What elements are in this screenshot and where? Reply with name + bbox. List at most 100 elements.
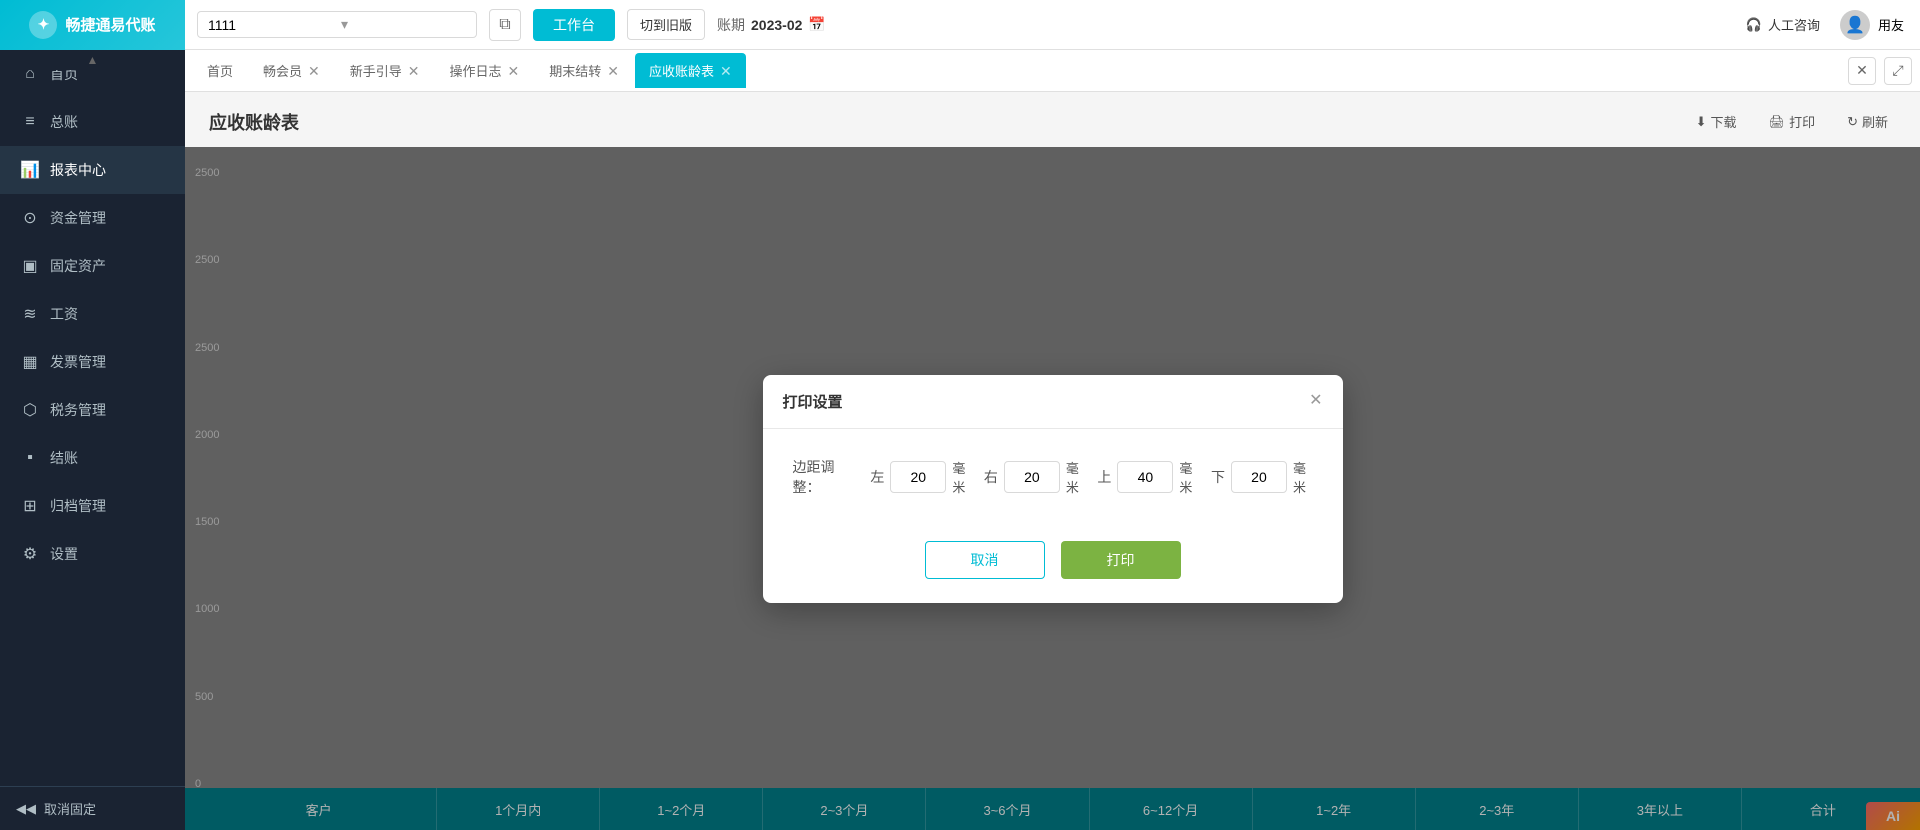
company-selector[interactable]: 1111 ▾ xyxy=(197,11,477,38)
page-title: 应收账龄表 xyxy=(209,109,299,135)
sidebar-item-assets[interactable]: ▣ 固定资产 xyxy=(0,242,185,290)
tab-oplog-label: 操作日志 xyxy=(450,61,502,80)
copy-button[interactable]: ⧉ xyxy=(489,9,521,41)
margin-top-group: 上 毫米 xyxy=(1097,458,1199,496)
workbench-button[interactable]: 工作台 xyxy=(533,9,615,41)
tab-period-end[interactable]: 期末结转 ✕ xyxy=(535,53,633,88)
tab-period-end-label: 期末结转 xyxy=(549,61,601,80)
print-button[interactable]: 🖨 打印 xyxy=(1761,108,1824,135)
margin-right-group: 右 毫米 xyxy=(984,458,1086,496)
settlement-icon: ▪ xyxy=(20,449,40,467)
sidebar-label-ledger: 总账 xyxy=(50,112,78,132)
sidebar-label-archive: 归档管理 xyxy=(50,496,106,516)
left-label: 左 xyxy=(870,467,884,487)
sidebar-label-salary: 工资 xyxy=(50,304,78,324)
refresh-icon: ↻ xyxy=(1847,114,1858,130)
reports-icon: 📊 xyxy=(20,160,40,180)
archive-icon: ⊞ xyxy=(20,496,40,516)
print-label: 打印 xyxy=(1789,112,1815,131)
tab-member-close[interactable]: ✕ xyxy=(308,64,320,78)
sidebar-scroll-up[interactable]: ▲ xyxy=(0,50,185,70)
sidebar-item-archive[interactable]: ⊞ 归档管理 xyxy=(0,482,185,530)
sidebar: ▲ ⌂ 首页 ≡ 总账 📊 报表中心 ⊙ 资金管理 ▣ 固定资产 xyxy=(0,50,185,830)
tab-ar-aging-close[interactable]: ✕ xyxy=(720,64,732,78)
confirm-print-button[interactable]: 打印 xyxy=(1061,541,1181,579)
left-margin-input[interactable] xyxy=(890,461,946,493)
sidebar-item-reports[interactable]: 📊 报表中心 xyxy=(0,146,185,194)
tab-guide-close[interactable]: ✕ xyxy=(408,64,420,78)
sidebar-scroll: ⌂ 首页 ≡ 总账 📊 报表中心 ⊙ 资金管理 ▣ 固定资产 ≋ 工资 xyxy=(0,50,185,786)
tab-guide-label: 新手引导 xyxy=(350,61,402,80)
calendar-icon[interactable]: 📅 xyxy=(808,16,825,33)
tab-ar-aging-label: 应收账龄表 xyxy=(649,61,714,80)
header: ✦ 畅捷通易代账 1111 ▾ ⧉ 工作台 切到旧版 账期 2023-02 📅 … xyxy=(0,0,1920,50)
tab-home-label: 首页 xyxy=(207,61,233,80)
period-label: 账期 xyxy=(717,15,745,35)
sidebar-label-settings: 设置 xyxy=(50,544,78,564)
consult-button[interactable]: 🎧 人工咨询 xyxy=(1746,15,1820,34)
refresh-button[interactable]: ↻ 刷新 xyxy=(1839,108,1896,135)
margin-left-group: 左 毫米 xyxy=(870,458,972,496)
logo-area: ✦ 畅捷通易代账 xyxy=(0,0,185,50)
dialog-title: 打印设置 xyxy=(783,391,843,412)
switch-old-button[interactable]: 切到旧版 xyxy=(627,9,705,40)
funds-icon: ⊙ xyxy=(20,208,40,228)
sidebar-label-reports: 报表中心 xyxy=(50,160,106,180)
period-value: 2023-02 xyxy=(751,17,802,33)
headphone-icon: 🎧 xyxy=(1746,17,1762,33)
tab-oplog[interactable]: 操作日志 ✕ xyxy=(436,53,534,88)
page-header: 应收账龄表 ⬇ 下载 🖨 打印 ↻ 刷新 xyxy=(185,92,1920,147)
sidebar-item-invoice[interactable]: ▦ 发票管理 xyxy=(0,338,185,386)
dialog-footer: 取消 打印 xyxy=(763,525,1343,603)
tab-home[interactable]: 首页 xyxy=(193,53,247,88)
download-icon: ⬇ xyxy=(1696,114,1707,130)
tab-ar-aging[interactable]: 应收账龄表 ✕ xyxy=(635,53,746,88)
print-icon: 🖨 xyxy=(1769,114,1786,130)
sidebar-collapse[interactable]: ◀◀ 取消固定 xyxy=(0,786,185,830)
tab-oplog-close[interactable]: ✕ xyxy=(508,64,520,78)
tab-guide[interactable]: 新手引导 ✕ xyxy=(336,53,434,88)
sidebar-item-salary[interactable]: ≋ 工资 xyxy=(0,290,185,338)
margin-bottom-group: 下 毫米 xyxy=(1211,458,1313,496)
right-margin-input[interactable] xyxy=(1004,461,1060,493)
invoice-icon: ▦ xyxy=(20,352,40,372)
dialog-body: 边距调整： 左 毫米 右 毫米 xyxy=(763,429,1343,525)
assets-icon: ▣ xyxy=(20,256,40,276)
chart-area: 2500 2500 2500 2000 1500 1000 500 0 xyxy=(185,147,1920,830)
main-layout: ▲ ⌂ 首页 ≡ 总账 📊 报表中心 ⊙ 资金管理 ▣ 固定资产 xyxy=(0,50,1920,830)
tab-expand-button[interactable]: ⤢ xyxy=(1884,57,1912,85)
tab-period-end-close[interactable]: ✕ xyxy=(607,64,619,78)
sidebar-item-tax[interactable]: ⬡ 税务管理 xyxy=(0,386,185,434)
dropdown-arrow-icon: ▾ xyxy=(341,16,466,33)
top-margin-input[interactable] xyxy=(1117,461,1173,493)
left-unit: 毫米 xyxy=(952,458,972,496)
tab-member-label: 畅会员 xyxy=(263,61,302,80)
salary-icon: ≋ xyxy=(20,304,40,324)
margin-settings-row: 边距调整： 左 毫米 右 毫米 xyxy=(793,457,1313,497)
sidebar-label-settlement: 结账 xyxy=(50,448,78,468)
cancel-button[interactable]: 取消 xyxy=(925,541,1045,579)
user-name: 用友 xyxy=(1878,15,1904,34)
avatar: 👤 xyxy=(1840,10,1870,40)
tabs-right: ✕ ⤢ xyxy=(1848,57,1912,85)
header-right: 🎧 人工咨询 👤 用友 xyxy=(1746,10,1904,40)
right-unit: 毫米 xyxy=(1066,458,1086,496)
sidebar-item-settlement[interactable]: ▪ 结账 xyxy=(0,434,185,482)
margin-label: 边距调整： xyxy=(793,457,859,497)
tabs-bar: 首页 畅会员 ✕ 新手引导 ✕ 操作日志 ✕ 期末结转 ✕ 应收账龄表 ✕ xyxy=(185,50,1920,92)
user-area[interactable]: 👤 用友 xyxy=(1840,10,1904,40)
collapse-icon: ◀◀ xyxy=(16,801,36,817)
sidebar-item-funds[interactable]: ⊙ 资金管理 xyxy=(0,194,185,242)
right-label: 右 xyxy=(984,467,998,487)
tab-close-window-button[interactable]: ✕ xyxy=(1848,57,1876,85)
settings-icon: ⚙ xyxy=(20,544,40,564)
sidebar-label-funds: 资金管理 xyxy=(50,208,106,228)
bottom-margin-input[interactable] xyxy=(1231,461,1287,493)
sidebar-item-settings[interactable]: ⚙ 设置 xyxy=(0,530,185,578)
dialog-close-button[interactable]: ✕ xyxy=(1309,393,1322,409)
sidebar-item-ledger[interactable]: ≡ 总账 xyxy=(0,98,185,146)
download-button[interactable]: ⬇ 下载 xyxy=(1688,108,1745,135)
sidebar-label-assets: 固定资产 xyxy=(50,256,106,276)
refresh-label: 刷新 xyxy=(1862,112,1888,131)
tab-member[interactable]: 畅会员 ✕ xyxy=(249,53,334,88)
